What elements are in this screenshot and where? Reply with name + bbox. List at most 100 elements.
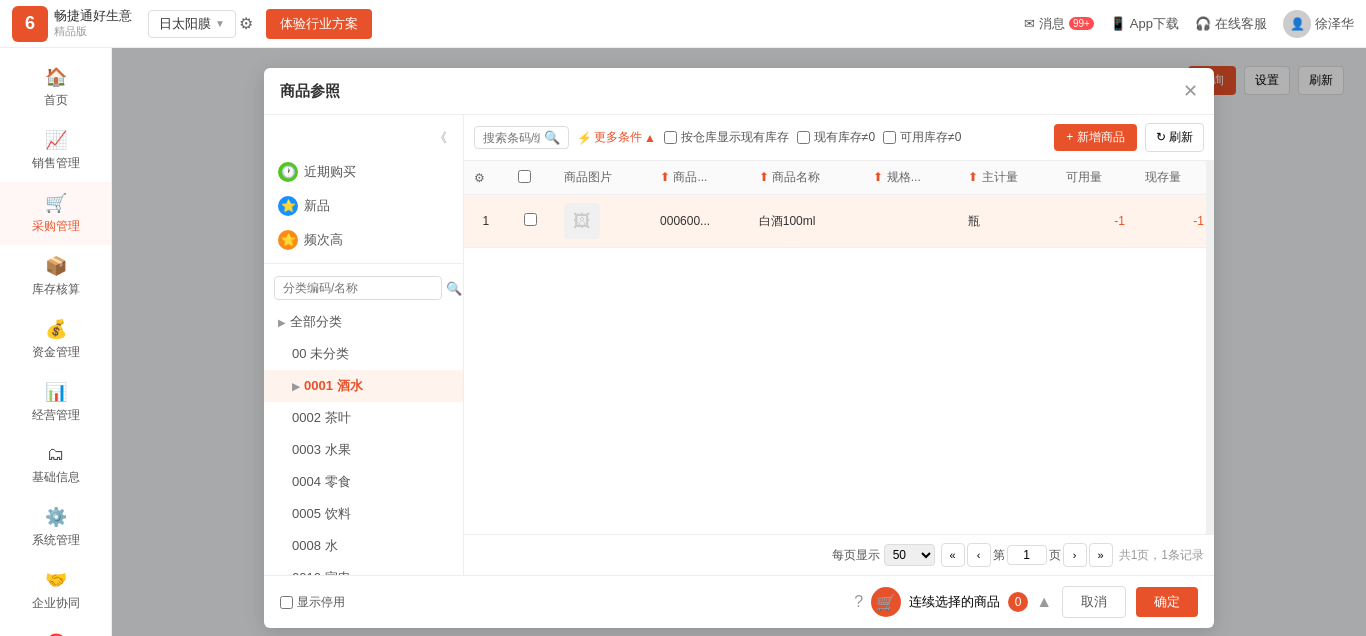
sidebar-label-collab: 企业协同 (32, 595, 80, 612)
refresh-product-btn[interactable]: ↻ 刷新 (1145, 123, 1204, 152)
sidebar-label-basic: 基础信息 (32, 469, 80, 486)
col-settings-icon[interactable]: ⚙ (474, 171, 485, 185)
frequent-label: 频次高 (304, 231, 343, 249)
display-disabled-option: 显示停用 (280, 594, 345, 611)
collapse-left-btn[interactable]: 《 (426, 125, 455, 151)
category-search-icon[interactable]: 🔍 (446, 281, 462, 296)
sidebar-item-system[interactable]: ⚙️ 系统管理 (0, 496, 111, 559)
modal-close-button[interactable]: ✕ (1183, 80, 1198, 102)
sidebar-item-sales[interactable]: 📈 销售管理 (0, 119, 111, 182)
col-stock-header: 现存量 (1135, 161, 1214, 195)
filter-btn[interactable]: ⚡ 更多条件 ▲ (577, 129, 656, 146)
logo-text-block: 畅捷通好生意 精品版 (54, 8, 132, 40)
product-table: ⚙ 商品图片 (464, 161, 1214, 248)
col-spec-sort-icon: ⬆ (873, 170, 883, 184)
cat-liquor[interactable]: ▶ 0001 酒水 (264, 370, 463, 402)
sidebar-item-business[interactable]: 📊 经营管理 (0, 371, 111, 434)
frequent-btn[interactable]: ⭐ 频次高 (264, 223, 463, 257)
col-spec-header[interactable]: ⬆ 规格... (863, 161, 958, 195)
cat-liquor-arrow: ▶ (292, 381, 300, 392)
recent-purchase-btn[interactable]: 🕐 近期购买 (264, 155, 463, 189)
collapse-up-icon[interactable]: ▲ (1036, 593, 1052, 611)
cancel-btn[interactable]: 取消 (1062, 586, 1126, 618)
exp-btn[interactable]: 体验行业方案 (266, 9, 372, 39)
selector-label: 日太阳膜 (159, 15, 211, 33)
table-scrollbar[interactable] (1206, 161, 1214, 534)
checkbox-avail-neq0[interactable]: 可用库存≠0 (883, 129, 961, 146)
cat-fruit[interactable]: 0003 水果 (264, 434, 463, 466)
logo-text: 畅捷通好生意 (54, 8, 132, 25)
col-unit-header[interactable]: ⬆ 主计量 (958, 161, 1056, 195)
col-code-header[interactable]: ⬆ 商品... (650, 161, 749, 195)
sidebar-label-inventory: 库存核算 (32, 281, 80, 298)
first-page-btn[interactable]: « (941, 543, 965, 567)
row-checkbox[interactable] (508, 195, 555, 248)
last-page-btn[interactable]: » (1089, 543, 1113, 567)
cat-water[interactable]: 0008 水 (264, 530, 463, 562)
col-available-label: 可用量 (1066, 170, 1102, 184)
settings-icon[interactable]: ⚙ (236, 14, 256, 34)
cat-all[interactable]: ▶ 全部分类 (264, 306, 463, 338)
cat-appliance[interactable]: 0010 家电 (264, 562, 463, 575)
sidebar-item-inventory[interactable]: 📦 库存核算 (0, 245, 111, 308)
sidebar-item-guide[interactable]: 🎯 新手引导 (0, 622, 111, 636)
add-product-btn[interactable]: + 新增商品 (1054, 124, 1136, 151)
col-spec-label: 规格... (887, 170, 921, 184)
business-icon: 📊 (45, 381, 67, 403)
next-page-btn[interactable]: › (1063, 543, 1087, 567)
page-number-input[interactable] (1007, 545, 1047, 565)
per-page-dropdown[interactable]: 50 10 20 100 (884, 544, 935, 566)
purchase-icon: 🛒 (45, 192, 67, 214)
guide-icon: 🎯 (45, 632, 67, 636)
checkbox-warehouse[interactable]: 按仓库显示现有库存 (664, 129, 789, 146)
cat-unclassified[interactable]: 00 未分类 (264, 338, 463, 370)
cat-beverage-label: 0005 饮料 (292, 505, 351, 523)
sidebar-item-basic[interactable]: 🗂 基础信息 (0, 434, 111, 496)
user-item[interactable]: 👤 徐泽华 (1283, 10, 1354, 38)
app-label: App下载 (1130, 15, 1179, 33)
cat-tea[interactable]: 0002 茶叶 (264, 402, 463, 434)
checkbox-stock-neq0[interactable]: 现有库存≠0 (797, 129, 875, 146)
prev-page-btn[interactable]: ‹ (967, 543, 991, 567)
checkbox-warehouse-input[interactable] (664, 131, 677, 144)
new-product-btn[interactable]: ⭐ 新品 (264, 189, 463, 223)
sidebar-item-purchase[interactable]: 🛒 采购管理 (0, 182, 111, 245)
msg-item[interactable]: ✉ 消息 99+ (1024, 15, 1094, 33)
row-image: 🖼 (554, 195, 650, 248)
col-settings: ⚙ (464, 161, 508, 195)
sidebar-item-collab[interactable]: 🤝 企业协同 (0, 559, 111, 622)
app-item[interactable]: 📱 App下载 (1110, 15, 1179, 33)
nav-selector[interactable]: 日太阳膜 ▼ (148, 10, 236, 38)
collab-icon: 🤝 (45, 569, 67, 591)
select-all-checkbox[interactable] (518, 170, 531, 183)
table-row[interactable]: 1 🖼 000600... 白酒100ml (464, 195, 1214, 248)
category-search-input[interactable] (274, 276, 442, 300)
help-icon[interactable]: ? (854, 593, 863, 611)
col-available-header: 可用量 (1056, 161, 1135, 195)
display-disabled-label: 显示停用 (297, 594, 345, 611)
cat-snack[interactable]: 0004 零食 (264, 466, 463, 498)
col-name-header[interactable]: ⬆ 商品名称 (749, 161, 864, 195)
checkbox-avail-input[interactable] (883, 131, 896, 144)
sidebar-label-business: 经营管理 (32, 407, 80, 424)
cat-liquor-label: 0001 酒水 (304, 377, 363, 395)
checkbox-stock-input[interactable] (797, 131, 810, 144)
service-item[interactable]: 🎧 在线客服 (1195, 15, 1267, 33)
sidebar-item-finance[interactable]: 💰 资金管理 (0, 308, 111, 371)
pagination: 每页显示 50 10 20 100 « ‹ (464, 534, 1214, 575)
col-stock-label: 现存量 (1145, 170, 1181, 184)
content-area: 查询 设置 刷新 商品参照 ✕ 《 (112, 48, 1366, 636)
cat-fruit-label: 0003 水果 (292, 441, 351, 459)
display-disabled-checkbox[interactable] (280, 596, 293, 609)
product-search-icon[interactable]: 🔍 (544, 130, 560, 145)
recent-purchase-label: 近期购买 (304, 163, 356, 181)
product-search-input[interactable] (483, 131, 540, 145)
row-select-checkbox[interactable] (524, 213, 537, 226)
row-spec (863, 195, 958, 248)
sidebar-label-purchase: 采购管理 (32, 218, 80, 235)
sidebar-item-home[interactable]: 🏠 首页 (0, 56, 111, 119)
confirm-btn[interactable]: 确定 (1136, 587, 1198, 617)
col-unit-sort-icon: ⬆ (968, 170, 978, 184)
cat-beverage[interactable]: 0005 饮料 (264, 498, 463, 530)
cart-icon[interactable]: 🛒 (871, 587, 901, 617)
